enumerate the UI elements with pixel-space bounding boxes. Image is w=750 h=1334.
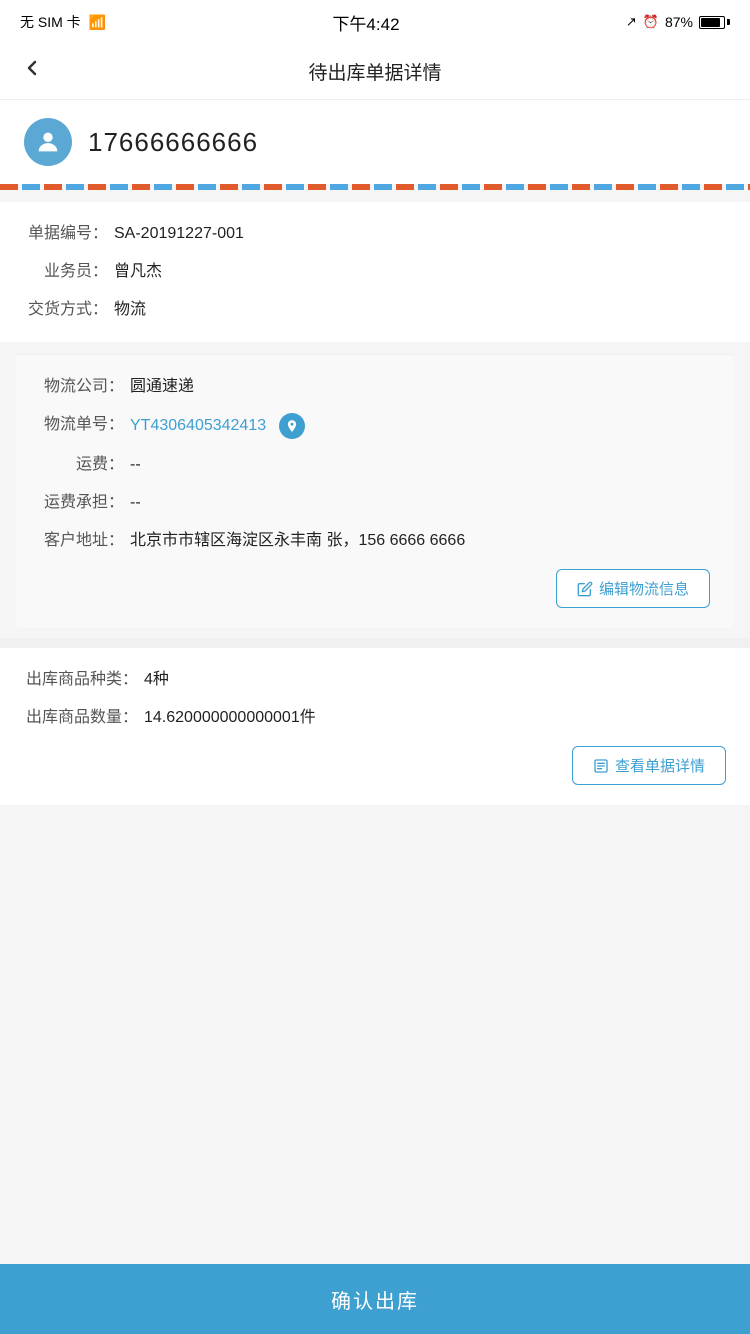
- outbound-type-row: 出库商品种类： 4种: [24, 668, 726, 692]
- outbound-quantity-row: 出库商品数量： 14.620000000000001件: [24, 706, 726, 730]
- status-carrier: 无 SIM 卡 📶: [20, 12, 106, 32]
- document-icon: [593, 758, 609, 774]
- outbound-type-label: 出库商品种类：: [24, 668, 144, 692]
- edit-icon: [577, 581, 593, 597]
- customer-address-value: 北京市市辖区海淀区永丰南 张，156 6666 6666: [130, 529, 710, 553]
- logistics-info-section: 物流公司： 圆通速递 物流单号： YT4306405342413 运费： -- …: [16, 354, 734, 628]
- tracking-number-row: 物流单号： YT4306405342413: [40, 413, 710, 439]
- customer-header: 17666666666: [0, 100, 750, 184]
- edit-logistics-container: 编辑物流信息: [40, 569, 710, 608]
- location-icon: ↗: [626, 14, 637, 30]
- wifi-icon: 📶: [89, 14, 106, 31]
- avatar: [24, 118, 72, 166]
- sales-rep-label: 业务员：: [24, 260, 114, 284]
- freight-value: --: [130, 453, 710, 477]
- logistics-company-label: 物流公司：: [40, 375, 130, 399]
- confirm-button-label: 确认出库: [331, 1285, 419, 1314]
- freight-bearer-label: 运费承担：: [40, 491, 130, 515]
- freight-bearer-row: 运费承担： --: [40, 491, 710, 515]
- outbound-info-section: 出库商品种类： 4种 出库商品数量： 14.620000000000001件 查…: [0, 648, 750, 805]
- back-button[interactable]: [20, 56, 60, 87]
- dashed-divider: [0, 184, 750, 190]
- location-pin-icon[interactable]: [279, 413, 305, 439]
- freight-row: 运费： --: [40, 453, 710, 477]
- battery-percent: 87%: [665, 14, 693, 30]
- outbound-quantity-label: 出库商品数量：: [24, 706, 144, 730]
- delivery-method-row: 交货方式： 物流: [24, 298, 726, 322]
- status-bar: 无 SIM 卡 📶 下午4:42 ↗ ⏰ 87%: [0, 0, 750, 44]
- customer-address-label: 客户地址：: [40, 529, 130, 553]
- edit-logistics-button[interactable]: 编辑物流信息: [556, 569, 710, 608]
- logistics-company-value: 圆通速递: [130, 375, 710, 399]
- customer-address-row: 客户地址： 北京市市辖区海淀区永丰南 张，156 6666 6666: [40, 529, 710, 553]
- delivery-method-value: 物流: [114, 298, 726, 322]
- view-document-detail-button[interactable]: 查看单据详情: [572, 746, 726, 785]
- tracking-number-value: YT4306405342413: [130, 413, 710, 439]
- battery-icon: [699, 16, 730, 29]
- freight-bearer-value: --: [130, 491, 710, 515]
- alarm-icon: ⏰: [643, 14, 659, 30]
- delivery-method-label: 交货方式：: [24, 298, 114, 322]
- bottom-spacer: [0, 805, 750, 1005]
- tracking-number-label: 物流单号：: [40, 413, 130, 437]
- document-number-value: SA-20191227-001: [114, 222, 726, 246]
- status-time: 下午4:42: [332, 10, 399, 35]
- status-right: ↗ ⏰ 87%: [626, 14, 730, 30]
- sales-rep-row: 业务员： 曾凡杰: [24, 260, 726, 284]
- customer-phone: 17666666666: [88, 127, 258, 158]
- outbound-type-value: 4种: [144, 668, 726, 692]
- document-number-row: 单据编号： SA-20191227-001: [24, 222, 726, 246]
- view-detail-container: 查看单据详情: [24, 746, 726, 785]
- outbound-quantity-value: 14.620000000000001件: [144, 706, 726, 730]
- document-info-section: 单据编号： SA-20191227-001 业务员： 曾凡杰 交货方式： 物流: [0, 202, 750, 342]
- document-number-label: 单据编号：: [24, 222, 114, 246]
- freight-label: 运费：: [40, 453, 130, 477]
- nav-bar: 待出库单据详情: [0, 44, 750, 100]
- logistics-company-row: 物流公司： 圆通速递: [40, 375, 710, 399]
- section-divider: [0, 638, 750, 648]
- confirm-button-bar[interactable]: 确认出库: [0, 1264, 750, 1334]
- page-title: 待出库单据详情: [308, 58, 441, 85]
- sales-rep-value: 曾凡杰: [114, 260, 726, 284]
